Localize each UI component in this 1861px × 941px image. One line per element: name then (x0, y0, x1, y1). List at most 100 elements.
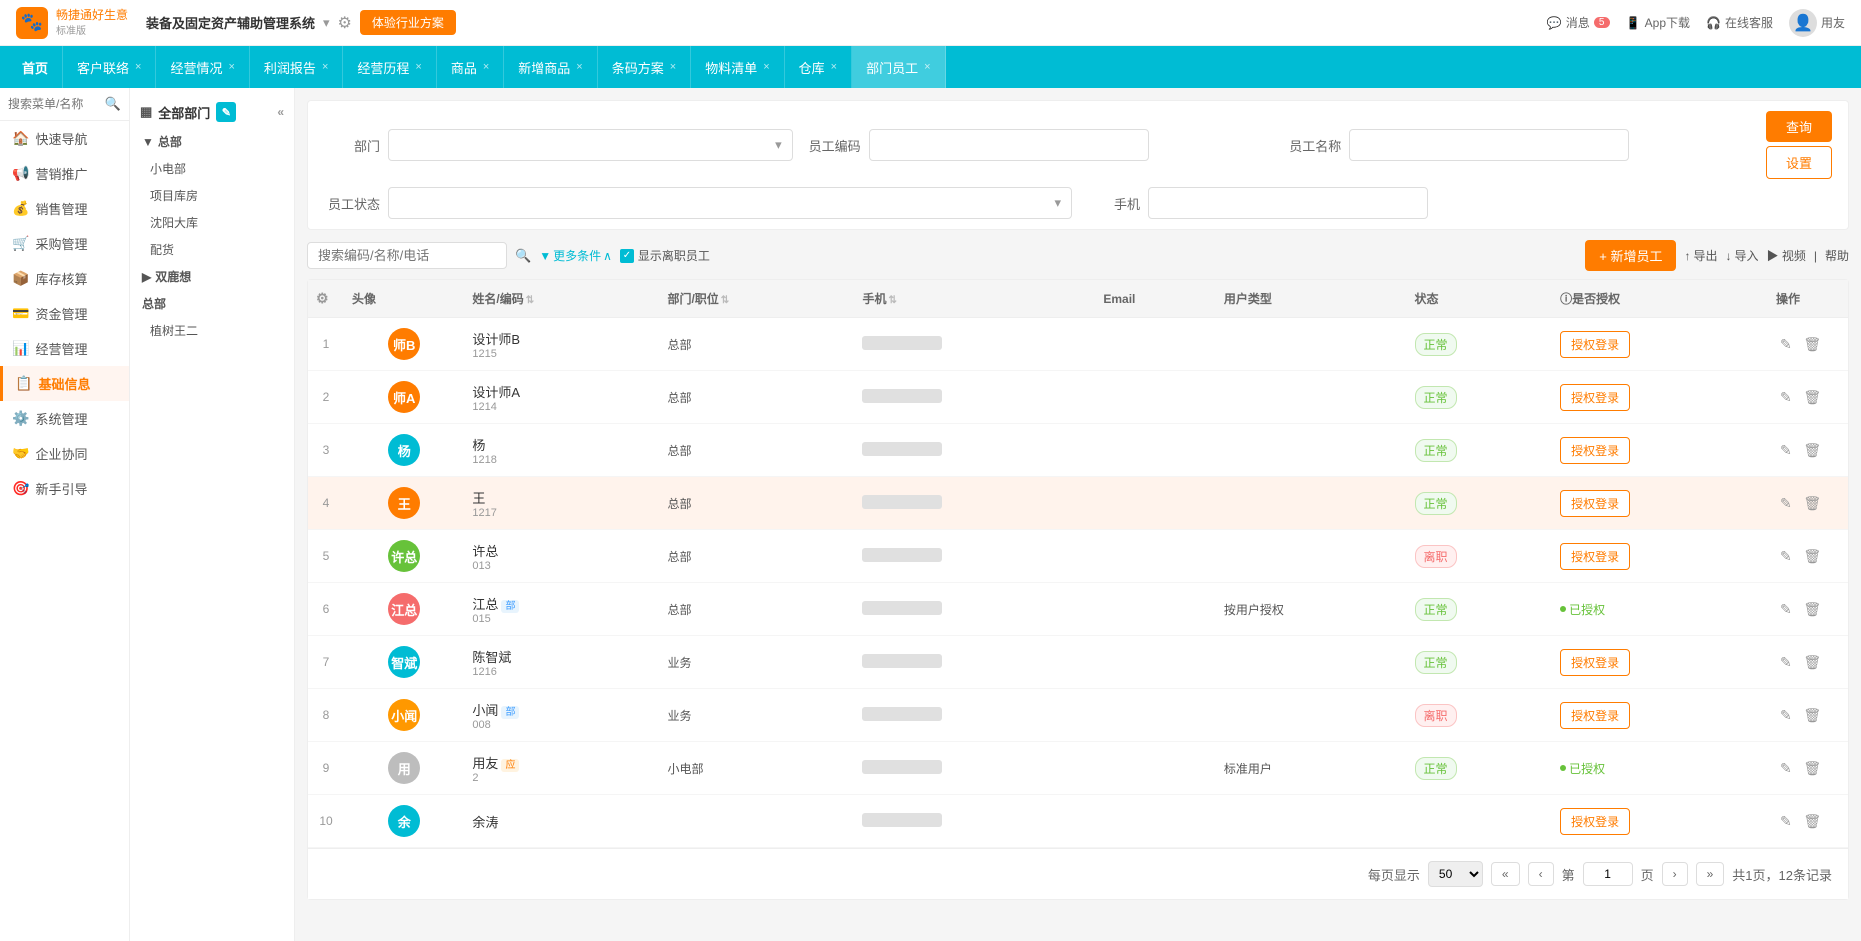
nav-item-profit[interactable]: 利润报告 × (250, 46, 343, 88)
close-customer-icon[interactable]: × (135, 61, 141, 73)
th-phone[interactable]: 手机⇅ (854, 280, 1095, 318)
edit-btn[interactable]: ✎ (1776, 493, 1796, 514)
close-warehouse-icon[interactable]: × (831, 61, 837, 73)
auth-login-btn[interactable]: 授权登录 (1560, 384, 1630, 411)
delete-btn[interactable]: 🗑 (1799, 440, 1825, 461)
dept-collapse-btn[interactable]: « (277, 105, 284, 119)
close-staff-icon[interactable]: × (924, 61, 930, 73)
dept-item-zongbu2[interactable]: 总部 (130, 290, 294, 317)
close-new-goods-icon[interactable]: × (576, 61, 582, 73)
sidebar-item-sales[interactable]: 💰 销售管理 (0, 191, 129, 226)
close-goods-icon[interactable]: × (483, 61, 489, 73)
user-area[interactable]: 👤 用友 (1789, 9, 1845, 37)
sidebar-item-business[interactable]: 📊 经营管理 (0, 331, 129, 366)
delete-btn[interactable]: 🗑 (1799, 811, 1825, 832)
nav-item-barcode[interactable]: 条码方案 × (598, 46, 691, 88)
toolbar-search-input[interactable] (307, 242, 507, 269)
dept-item-xiangmu[interactable]: 项目库房 (130, 182, 294, 209)
close-history-icon[interactable]: × (415, 61, 421, 73)
page-size-select[interactable]: 50 100 200 (1428, 861, 1483, 887)
sidebar-item-finance[interactable]: 💳 资金管理 (0, 296, 129, 331)
online-service-btn[interactable]: 🎧 在线客服 (1706, 14, 1773, 31)
filter-dept-select[interactable]: ▾ (388, 129, 793, 161)
th-name[interactable]: 姓名/编码⇅ (464, 280, 659, 318)
auth-login-btn[interactable]: 授权登录 (1560, 543, 1630, 570)
auth-login-btn[interactable]: 授权登录 (1560, 437, 1630, 464)
th-settings[interactable]: ⚙ (308, 280, 344, 318)
sidebar-item-inventory[interactable]: 📦 库存核算 (0, 261, 129, 296)
nav-item-goods[interactable]: 商品 × (437, 46, 504, 88)
edit-btn[interactable]: ✎ (1776, 546, 1796, 567)
show-resigned-toggle[interactable]: ✓ 显示离职员工 (620, 247, 710, 264)
experience-btn[interactable]: 体验行业方案 (360, 10, 456, 35)
sidebar-search-input[interactable] (8, 97, 101, 111)
edit-btn[interactable]: ✎ (1776, 652, 1796, 673)
nav-item-new-goods[interactable]: 新增商品 × (504, 46, 597, 88)
auth-login-btn[interactable]: 授权登录 (1560, 808, 1630, 835)
delete-btn[interactable]: 🗑 (1799, 334, 1825, 355)
message-btn[interactable]: 💬 消息 5 (1547, 14, 1610, 31)
delete-btn[interactable]: 🗑 (1799, 758, 1825, 779)
dept-item-zhishu[interactable]: 植树王二 (130, 317, 294, 344)
sidebar-item-system[interactable]: ⚙️ 系统管理 (0, 401, 129, 436)
delete-btn[interactable]: 🗑 (1799, 652, 1825, 673)
nav-item-history[interactable]: 经营历程 × (343, 46, 436, 88)
toolbar-search-icon[interactable]: 🔍 (515, 248, 531, 264)
search-btn[interactable]: 查询 (1766, 111, 1832, 142)
auth-login-btn[interactable]: 授权登录 (1560, 702, 1630, 729)
auth-login-btn[interactable]: 授权登录 (1560, 649, 1630, 676)
current-page-input[interactable] (1583, 862, 1633, 886)
edit-btn[interactable]: ✎ (1776, 705, 1796, 726)
dept-item-peihuo[interactable]: 配货 (130, 236, 294, 263)
filter-phone-input[interactable] (1148, 187, 1428, 219)
view-btn[interactable]: ▶ 视频 (1766, 247, 1805, 264)
close-profit-icon[interactable]: × (322, 61, 328, 73)
th-dept[interactable]: 部门/职位⇅ (659, 280, 854, 318)
next-page-btn[interactable]: › (1662, 862, 1688, 886)
nav-item-operation[interactable]: 经营情况 × (156, 46, 249, 88)
filter-emp-code-input[interactable] (869, 129, 1149, 161)
sidebar-item-fast-nav[interactable]: 🏠 快速导航 (0, 121, 129, 156)
dept-edit-icon[interactable]: ✎ (216, 102, 236, 122)
last-page-btn[interactable]: » (1696, 862, 1725, 886)
edit-btn[interactable]: ✎ (1776, 758, 1796, 779)
delete-btn[interactable]: 🗑 (1799, 387, 1825, 408)
sidebar-item-cooperation[interactable]: 🤝 企业协同 (0, 436, 129, 471)
nav-item-warehouse[interactable]: 仓库 × (785, 46, 852, 88)
dept-item-shuanglu[interactable]: ▶ 双鹿想 (130, 263, 294, 290)
delete-btn[interactable]: 🗑 (1799, 493, 1825, 514)
auth-login-btn[interactable]: 授权登录 (1560, 490, 1630, 517)
edit-btn[interactable]: ✎ (1776, 811, 1796, 832)
nav-item-home[interactable]: 首页 (8, 46, 63, 88)
nav-item-bom[interactable]: 物料清单 × (691, 46, 784, 88)
help-label[interactable]: 帮助 (1825, 247, 1849, 264)
prev-page-btn[interactable]: ‹ (1528, 862, 1554, 886)
sidebar-item-basic[interactable]: 📋 基础信息 (0, 366, 129, 401)
help-btn[interactable]: | (1814, 249, 1817, 263)
sidebar-item-marketing[interactable]: 📢 营销推广 (0, 156, 129, 191)
delete-btn[interactable]: 🗑 (1799, 546, 1825, 567)
settings-icon[interactable]: ⚙ (338, 13, 352, 33)
edit-btn[interactable]: ✎ (1776, 599, 1796, 620)
delete-btn[interactable]: 🗑 (1799, 705, 1825, 726)
delete-btn[interactable]: 🗑 (1799, 599, 1825, 620)
close-operation-icon[interactable]: × (228, 61, 234, 73)
sidebar-item-purchase[interactable]: 🛒 采购管理 (0, 226, 129, 261)
edit-btn[interactable]: ✎ (1776, 334, 1796, 355)
dept-item-xiaodibu[interactable]: 小电部 (130, 155, 294, 182)
dropdown-arrow-icon[interactable]: ▾ (323, 15, 330, 31)
nav-item-customer[interactable]: 客户联络 × (63, 46, 156, 88)
import-btn[interactable]: ↓ 导入 (1725, 247, 1758, 264)
dept-item-zongbu[interactable]: ▼ 总部 (130, 128, 294, 155)
dept-item-shenyang[interactable]: 沈阳大库 (130, 209, 294, 236)
sidebar-search-icon[interactable]: 🔍 (105, 96, 121, 112)
filter-emp-name-input[interactable] (1349, 129, 1629, 161)
nav-item-staff[interactable]: 部门员工 × (852, 46, 945, 88)
column-settings-icon[interactable]: ⚙ (316, 290, 329, 306)
first-page-btn[interactable]: « (1491, 862, 1520, 886)
app-download-btn[interactable]: 📱 App下载 (1626, 14, 1690, 31)
add-employee-btn[interactable]: + 新增员工 (1585, 240, 1676, 271)
close-barcode-icon[interactable]: × (670, 61, 676, 73)
sidebar-item-guide[interactable]: 🎯 新手引导 (0, 471, 129, 506)
export-btn[interactable]: ↑ 导出 (1684, 247, 1717, 264)
